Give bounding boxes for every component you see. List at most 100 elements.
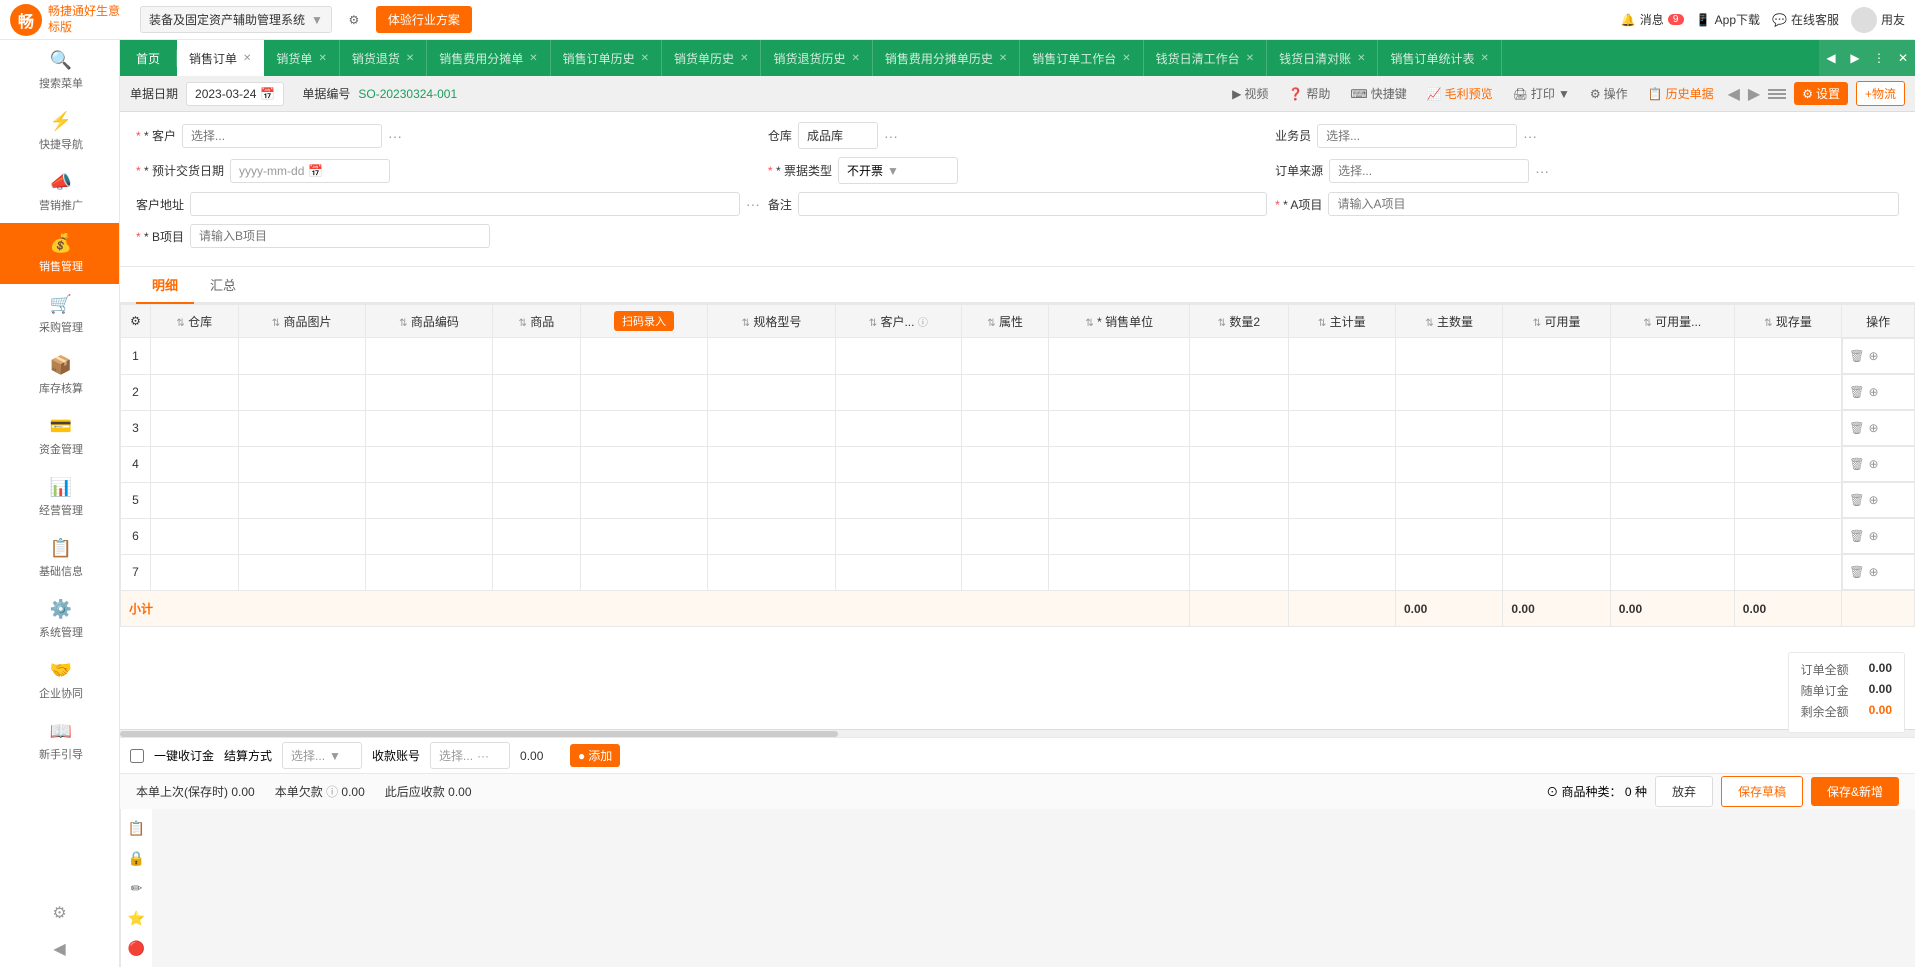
save-draft-btn[interactable]: 保存草稿 bbox=[1721, 776, 1803, 807]
online-service-btn[interactable]: 💬 在线客服 bbox=[1772, 11, 1839, 28]
row-1-image[interactable] bbox=[238, 338, 365, 375]
sidebar-item-sales[interactable]: 💰 销售管理 bbox=[0, 223, 119, 284]
row-2-warehouse[interactable] bbox=[151, 374, 239, 410]
row-4-spec[interactable] bbox=[708, 446, 835, 482]
row-1-spec[interactable] bbox=[708, 338, 835, 375]
col-settings[interactable]: ⚙ bbox=[121, 305, 151, 338]
tab-sales-expense-close[interactable]: ✕ bbox=[529, 53, 537, 64]
row-3-image[interactable] bbox=[238, 410, 365, 446]
sidebar-item-nav[interactable]: ⚡ 快捷导航 bbox=[0, 101, 119, 162]
row-2-product[interactable] bbox=[493, 374, 581, 410]
row-6-main-qty[interactable] bbox=[1395, 518, 1502, 554]
tab-return-history-close[interactable]: ✕ bbox=[851, 53, 859, 64]
row-3-current[interactable] bbox=[1734, 410, 1841, 446]
nav-next-icon[interactable]: ▶ bbox=[1748, 84, 1760, 104]
row-5-warehouse[interactable] bbox=[151, 482, 239, 518]
agent-dots[interactable]: ··· bbox=[1523, 128, 1537, 144]
row-2-available2[interactable] bbox=[1610, 374, 1734, 410]
row-1-product[interactable] bbox=[493, 338, 581, 375]
tab-order-stats[interactable]: 销售订单统计表 ✕ bbox=[1378, 40, 1501, 76]
row-5-image[interactable] bbox=[238, 482, 365, 518]
tab-expense-history[interactable]: 销售费用分摊单历史 ✕ bbox=[873, 40, 1020, 76]
row-4-unit[interactable] bbox=[1049, 446, 1190, 482]
sidebar-item-purchase[interactable]: 🛒 采购管理 bbox=[0, 284, 119, 345]
tab-daily-reconcile-close[interactable]: ✕ bbox=[1357, 53, 1365, 64]
row-4-warehouse[interactable] bbox=[151, 446, 239, 482]
row-7-code[interactable] bbox=[365, 554, 492, 591]
tab-sales-return-close[interactable]: ✕ bbox=[406, 53, 414, 64]
row-1-qty2[interactable] bbox=[1190, 338, 1289, 375]
address-dots[interactable]: ··· bbox=[746, 196, 760, 212]
row-4-current[interactable] bbox=[1734, 446, 1841, 482]
row-3-product[interactable] bbox=[493, 410, 581, 446]
row-5-copy-icon[interactable]: ⊕ bbox=[1868, 493, 1878, 507]
row-5-available2[interactable] bbox=[1610, 482, 1734, 518]
tab-daily-workbench[interactable]: 钱货日清工作台 ✕ bbox=[1144, 40, 1267, 76]
tab-sales-order[interactable]: 销售订单 ✕ bbox=[177, 40, 264, 76]
source-dots[interactable]: ··· bbox=[1535, 163, 1549, 179]
row-2-image[interactable] bbox=[238, 374, 365, 410]
row-3-warehouse[interactable] bbox=[151, 410, 239, 446]
row-7-available[interactable] bbox=[1503, 554, 1610, 591]
tab-next-btn[interactable]: ▶ bbox=[1843, 40, 1867, 76]
row-7-available2[interactable] bbox=[1610, 554, 1734, 591]
add-payment-btn[interactable]: ● 添加 bbox=[570, 744, 620, 767]
tab-sales-return[interactable]: 销货退货 ✕ bbox=[340, 40, 427, 76]
account-select[interactable]: 选择... ··· bbox=[430, 742, 510, 769]
table-container[interactable]: ⚙ ⇅ 仓库 ⇅ 商品图片 ⇅ 商品编码 ⇅ 商品 扫码录入 ⇅ 规格型号 ⇅ … bbox=[120, 304, 1915, 729]
row-3-spec[interactable] bbox=[708, 410, 835, 446]
tab-sales-order-close[interactable]: ✕ bbox=[243, 53, 251, 64]
tab-invoice-history-close[interactable]: ✕ bbox=[740, 53, 748, 64]
row-1-customer[interactable] bbox=[835, 338, 961, 375]
row-2-copy-icon[interactable]: ⊕ bbox=[1868, 385, 1878, 399]
warehouse-dots[interactable]: ··· bbox=[884, 128, 898, 144]
sidebar-item-system[interactable]: ⚙️ 系统管理 bbox=[0, 589, 119, 650]
invoice-select[interactable]: 不开票 ▼ bbox=[838, 157, 958, 184]
operations-btn[interactable]: ⚙ 操作 bbox=[1584, 83, 1634, 104]
address-input[interactable] bbox=[190, 192, 740, 216]
tab-sales-invoice[interactable]: 销货单 ✕ bbox=[264, 40, 339, 76]
tab-order-workbench-close[interactable]: ✕ bbox=[1122, 53, 1130, 64]
row-2-available[interactable] bbox=[1503, 374, 1610, 410]
row-6-copy-icon[interactable]: ⊕ bbox=[1868, 529, 1878, 543]
row-4-customer[interactable] bbox=[835, 446, 961, 482]
row-5-unit[interactable] bbox=[1049, 482, 1190, 518]
row-7-current[interactable] bbox=[1734, 554, 1841, 591]
tab-return-history[interactable]: 销货退货历史 ✕ bbox=[761, 40, 872, 76]
row-1-unit[interactable] bbox=[1049, 338, 1190, 375]
sidebar-item-management[interactable]: 📊 经营管理 bbox=[0, 467, 119, 528]
row-4-main-qty[interactable] bbox=[1395, 446, 1502, 482]
discard-btn[interactable]: 放弃 bbox=[1655, 776, 1713, 807]
row-4-attr[interactable] bbox=[961, 446, 1049, 482]
row-3-available2[interactable] bbox=[1610, 410, 1734, 446]
row-1-available2[interactable] bbox=[1610, 338, 1734, 375]
row-6-available2[interactable] bbox=[1610, 518, 1734, 554]
sidebar-item-finance[interactable]: 💳 资金管理 bbox=[0, 406, 119, 467]
row-6-spec[interactable] bbox=[708, 518, 835, 554]
save-new-btn[interactable]: 保存&新增 bbox=[1811, 777, 1899, 806]
tab-order-history[interactable]: 销售订单历史 ✕ bbox=[551, 40, 662, 76]
row-6-available[interactable] bbox=[1503, 518, 1610, 554]
row-5-attr[interactable] bbox=[961, 482, 1049, 518]
deposit-checkbox[interactable] bbox=[130, 749, 144, 763]
delivery-input[interactable]: yyyy-mm-dd 📅 bbox=[230, 159, 390, 183]
sidebar-item-enterprise[interactable]: 🤝 企业协同 bbox=[0, 650, 119, 711]
shortcut-btn[interactable]: ⌨ 快捷键 bbox=[1344, 83, 1412, 104]
profit-btn[interactable]: 📈 毛利预览 bbox=[1421, 83, 1499, 104]
settings-form-btn[interactable]: ⚙ 设置 bbox=[1794, 82, 1848, 105]
print-btn[interactable]: 🖨 打印 ▼ bbox=[1507, 83, 1576, 104]
sidebar-item-basic[interactable]: 📋 基础信息 bbox=[0, 528, 119, 589]
row-6-code[interactable] bbox=[365, 518, 492, 554]
row-6-qty2[interactable] bbox=[1190, 518, 1289, 554]
row-2-main-qty[interactable] bbox=[1395, 374, 1502, 410]
sidebar-item-inventory[interactable]: 📦 库存核算 bbox=[0, 345, 119, 406]
agent-input[interactable] bbox=[1317, 124, 1517, 148]
row-2-current[interactable] bbox=[1734, 374, 1841, 410]
industry-btn[interactable]: 体验行业方案 bbox=[376, 6, 472, 33]
right-icon-4[interactable]: ⭐ bbox=[124, 905, 150, 931]
tab-order-workbench[interactable]: 销售订单工作台 ✕ bbox=[1020, 40, 1143, 76]
row-7-product[interactable] bbox=[493, 554, 581, 591]
tab-summary[interactable]: 汇总 bbox=[194, 267, 252, 304]
row-2-spec[interactable] bbox=[708, 374, 835, 410]
customer-dots[interactable]: ··· bbox=[388, 128, 402, 144]
